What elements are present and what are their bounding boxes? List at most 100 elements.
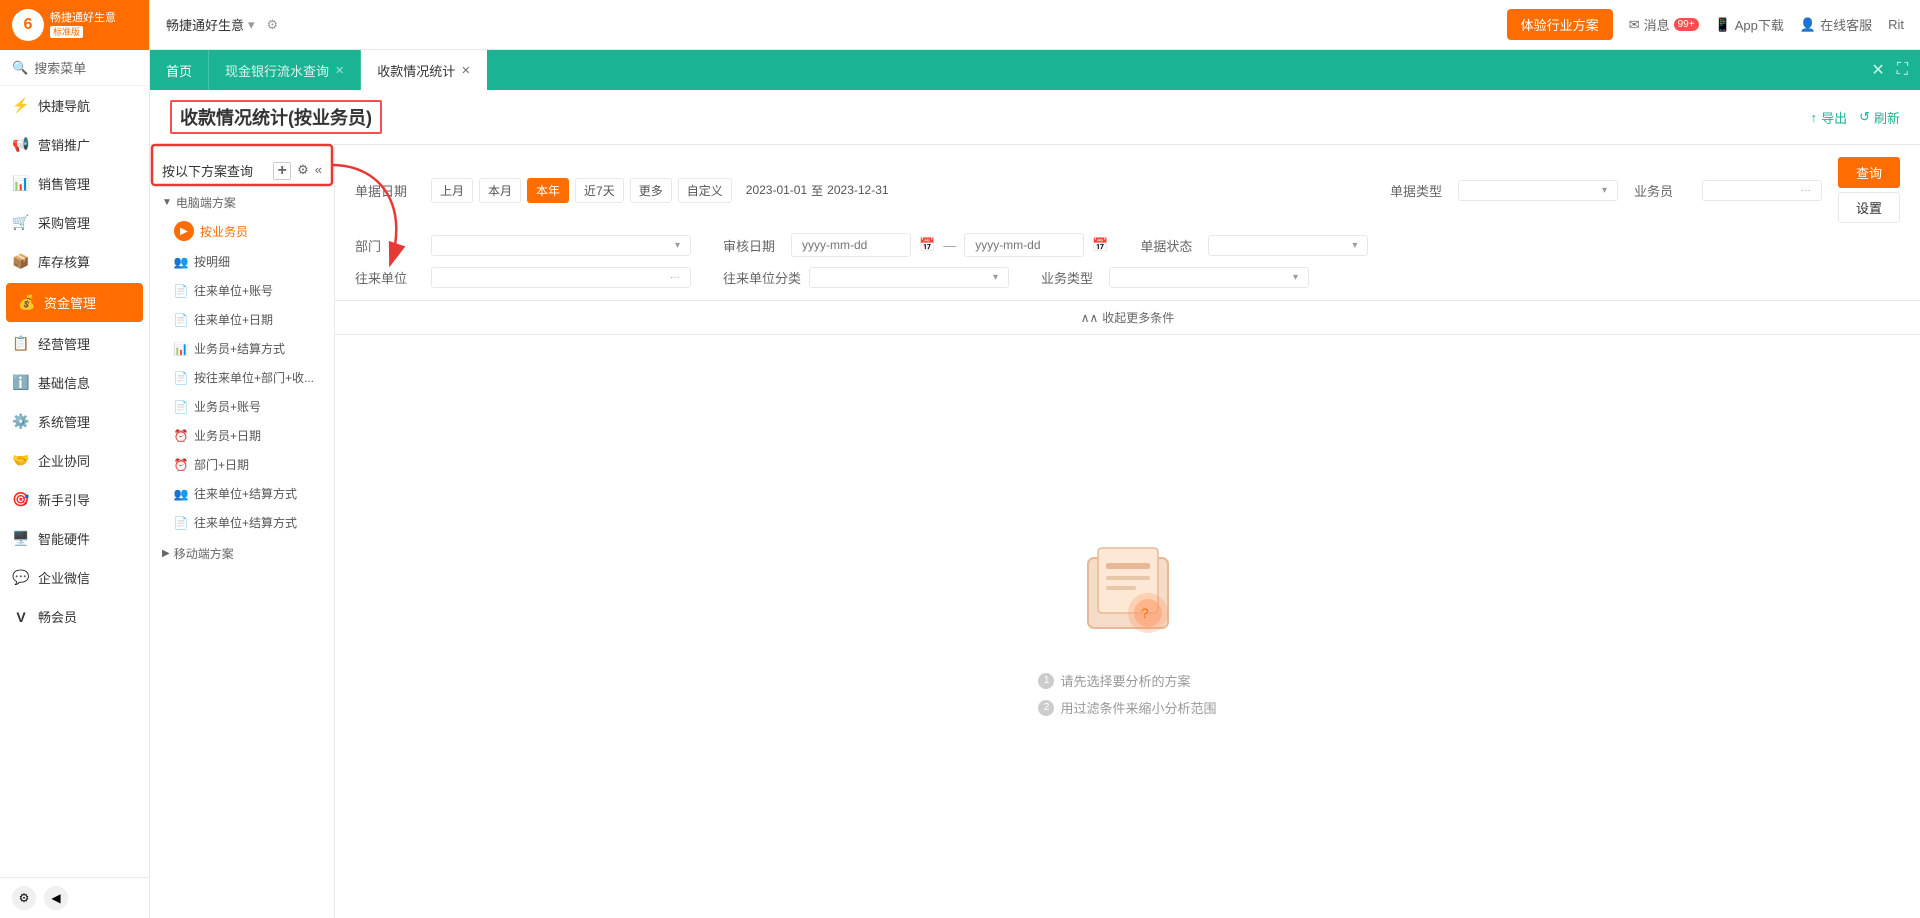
sidebar-item-operations[interactable]: 📋 经营管理	[0, 324, 149, 363]
content-area: 收款情况统计(按业务员) ↑ 导出 ↺ 刷新 按以下方案查询 +	[150, 90, 1920, 918]
tab-bank-flow[interactable]: 现金银行流水查询 ✕	[209, 50, 361, 90]
section-header-mobile[interactable]: ▶ 移动端方案	[150, 541, 334, 566]
panel-item-by-salesperson[interactable]: ▶ 按业务员	[150, 215, 334, 247]
date-btn-custom[interactable]: 自定义	[678, 178, 732, 203]
sidebar-item-sales[interactable]: 📊 销售管理	[0, 164, 149, 203]
review-date-label: 审核日期	[723, 236, 783, 255]
unit-settlement2-icon: 📄	[174, 516, 188, 530]
date-btn-more[interactable]: 更多	[630, 178, 672, 203]
topbar-gear-icon[interactable]: ⚙	[267, 17, 279, 33]
sidebar-nav: ⚡ 快捷导航 📢 营销推广 📊 销售管理 🛒 采购管理 📦 库存核算 💰 资金管…	[0, 86, 149, 877]
business-type-select[interactable]: ▾	[1109, 267, 1309, 288]
doc-type-select[interactable]: ▾	[1458, 180, 1618, 201]
panel-item-detail[interactable]: 👥 按明细	[150, 247, 334, 276]
review-date-from-input[interactable]	[791, 233, 911, 257]
collapse-bar[interactable]: ∧∧ 收起更多条件	[335, 301, 1920, 335]
sidebar-search[interactable]: 🔍 搜索菜单	[0, 50, 149, 86]
chevron-down-icon[interactable]: ▾	[248, 17, 255, 33]
active-indicator: ▶	[174, 221, 194, 241]
date-btn-this-year[interactable]: 本年	[527, 178, 569, 203]
user-name[interactable]: Rit	[1888, 17, 1904, 32]
export-icon: ↑	[1811, 110, 1818, 125]
date-btn-this-month[interactable]: 本月	[479, 178, 521, 203]
dept-select[interactable]: ▾	[431, 235, 691, 256]
panel-collapse-icon[interactable]: «	[315, 162, 322, 180]
trial-button[interactable]: 体验行业方案	[1507, 9, 1613, 40]
tab-collection-stats[interactable]: 收款情况统计 ✕	[361, 50, 487, 90]
sidebar-item-member[interactable]: V 畅会员	[0, 597, 149, 636]
review-date-to-input[interactable]	[964, 233, 1084, 257]
purchase-icon: 🛒	[12, 214, 30, 232]
online-service-btn[interactable]: 👤 在线客服	[1800, 15, 1872, 34]
filter-row-1: 单据日期 上月 本月 本年 近7天 更多 自定义 2023-01-01 至	[355, 157, 1900, 223]
message-badge: 99+	[1674, 18, 1699, 31]
export-btn[interactable]: ↑ 导出	[1811, 108, 1848, 127]
detail-icon: 👥	[174, 255, 188, 269]
section-header-desktop[interactable]: ▼ 电脑端方案	[150, 190, 334, 215]
panel-item-unit-settlement1[interactable]: 👥 往来单位+结算方式	[150, 479, 334, 508]
panel-item-salesperson-settlement[interactable]: 📊 业务员+结算方式	[150, 334, 334, 363]
panel-item-salesperson-date[interactable]: ⏰ 业务员+日期	[150, 421, 334, 450]
panel-item-salesperson-account[interactable]: 📄 业务员+账号	[150, 392, 334, 421]
messages-btn[interactable]: ✉ 消息 99+	[1629, 15, 1699, 34]
panel-settings-icon[interactable]: ⚙	[297, 162, 309, 180]
calendar-icon-from[interactable]: 📅	[919, 237, 935, 253]
settings-button[interactable]: 设置	[1838, 192, 1900, 223]
salesperson-select[interactable]: ···	[1702, 180, 1822, 201]
query-button[interactable]: 查询	[1838, 157, 1900, 188]
calendar-icon-to[interactable]: 📅	[1092, 237, 1108, 253]
panel-item-dept-date[interactable]: ⏰ 部门+日期	[150, 450, 334, 479]
unit-account-icon: 📄	[174, 284, 188, 298]
sidebar-item-hardware[interactable]: 🖥️ 智能硬件	[0, 519, 149, 558]
svg-text:?: ?	[1141, 605, 1149, 621]
sidebar-item-system[interactable]: ⚙️ 系统管理	[0, 402, 149, 441]
date-btn-7days[interactable]: 近7天	[575, 178, 624, 203]
refresh-btn[interactable]: ↺ 刷新	[1859, 108, 1900, 127]
sidebar-item-inventory[interactable]: 📦 库存核算	[0, 242, 149, 281]
panel-item-unit-date[interactable]: 📄 往来单位+日期	[150, 305, 334, 334]
sidebar: 6 畅捷通好生意 标准版 🔍 搜索菜单 ⚡ 快捷导航 📢 营销推广 📊 销售管理…	[0, 0, 150, 918]
sidebar-item-marketing[interactable]: 📢 营销推广	[0, 125, 149, 164]
sidebar-item-basic-info[interactable]: ℹ️ 基础信息	[0, 363, 149, 402]
date-btn-last-month[interactable]: 上月	[431, 178, 473, 203]
sidebar-item-finance[interactable]: 💰 资金管理	[6, 283, 143, 322]
sidebar-item-quick-nav[interactable]: ⚡ 快捷导航	[0, 86, 149, 125]
system-icon: ⚙️	[12, 413, 30, 431]
app-download-btn[interactable]: 📱 App下载	[1715, 15, 1784, 34]
panel-item-unit-dept-collect[interactable]: 📄 按往来单位+部门+收...	[150, 363, 334, 392]
left-panel: 按以下方案查询 + ⚙ « ▼ 电脑端方案 ▶	[150, 145, 335, 918]
quick-nav-icon: ⚡	[12, 97, 30, 115]
topbar-actions: 体验行业方案 ✉ 消息 99+ 📱 App下载 👤 在线客服 Rit	[1507, 9, 1904, 40]
sidebar-item-wechat[interactable]: 💬 企业微信	[0, 558, 149, 597]
doc-type-arrow-icon: ▾	[1602, 185, 1607, 196]
tab-close-collection[interactable]: ✕	[461, 64, 470, 77]
doc-status-select[interactable]: ▾	[1208, 235, 1368, 256]
sidebar-item-guide[interactable]: 🎯 新手引导	[0, 480, 149, 519]
sales-settlement-icon: 📊	[174, 342, 188, 356]
inventory-icon: 📦	[12, 253, 30, 271]
empty-state: ? 1 请先选择要分析的方案 2 用过滤条件来缩小分析范围	[335, 335, 1920, 918]
doc-status-arrow-icon: ▾	[1352, 240, 1357, 251]
content-body: 按以下方案查询 + ⚙ « ▼ 电脑端方案 ▶	[150, 145, 1920, 918]
tab-close-all-icon[interactable]: ✕	[1871, 60, 1884, 80]
sidebar-item-purchase[interactable]: 🛒 采购管理	[0, 203, 149, 242]
tab-close-bank[interactable]: ✕	[335, 64, 344, 77]
counterparty-dots-icon[interactable]: ···	[670, 272, 680, 283]
counterparty-category-select[interactable]: ▾	[809, 267, 1009, 288]
sidebar-settings-icon[interactable]: ⚙	[12, 886, 36, 910]
tab-home[interactable]: 首页	[150, 50, 209, 90]
tab-expand-icon[interactable]: ⛶	[1897, 61, 1908, 79]
section-arrow-icon: ▼	[162, 197, 172, 208]
date-group: 上月 本月 本年 近7天 更多 自定义 2023-01-01 至 2023-12…	[431, 178, 889, 203]
counterparty-select[interactable]: ···	[431, 267, 691, 288]
refresh-icon: ↺	[1859, 109, 1870, 125]
panel-add-icon[interactable]: +	[273, 162, 291, 180]
hardware-icon: 🖥️	[12, 530, 30, 548]
basic-info-icon: ℹ️	[12, 374, 30, 392]
sidebar-collapse-icon[interactable]: ◀	[44, 886, 68, 910]
operations-icon: 📋	[12, 335, 30, 353]
tip-num-2: 2	[1038, 700, 1054, 716]
panel-item-unit-settlement2[interactable]: 📄 往来单位+结算方式	[150, 508, 334, 537]
sidebar-item-collab[interactable]: 🤝 企业协同	[0, 441, 149, 480]
panel-item-unit-account[interactable]: 📄 往来单位+账号	[150, 276, 334, 305]
